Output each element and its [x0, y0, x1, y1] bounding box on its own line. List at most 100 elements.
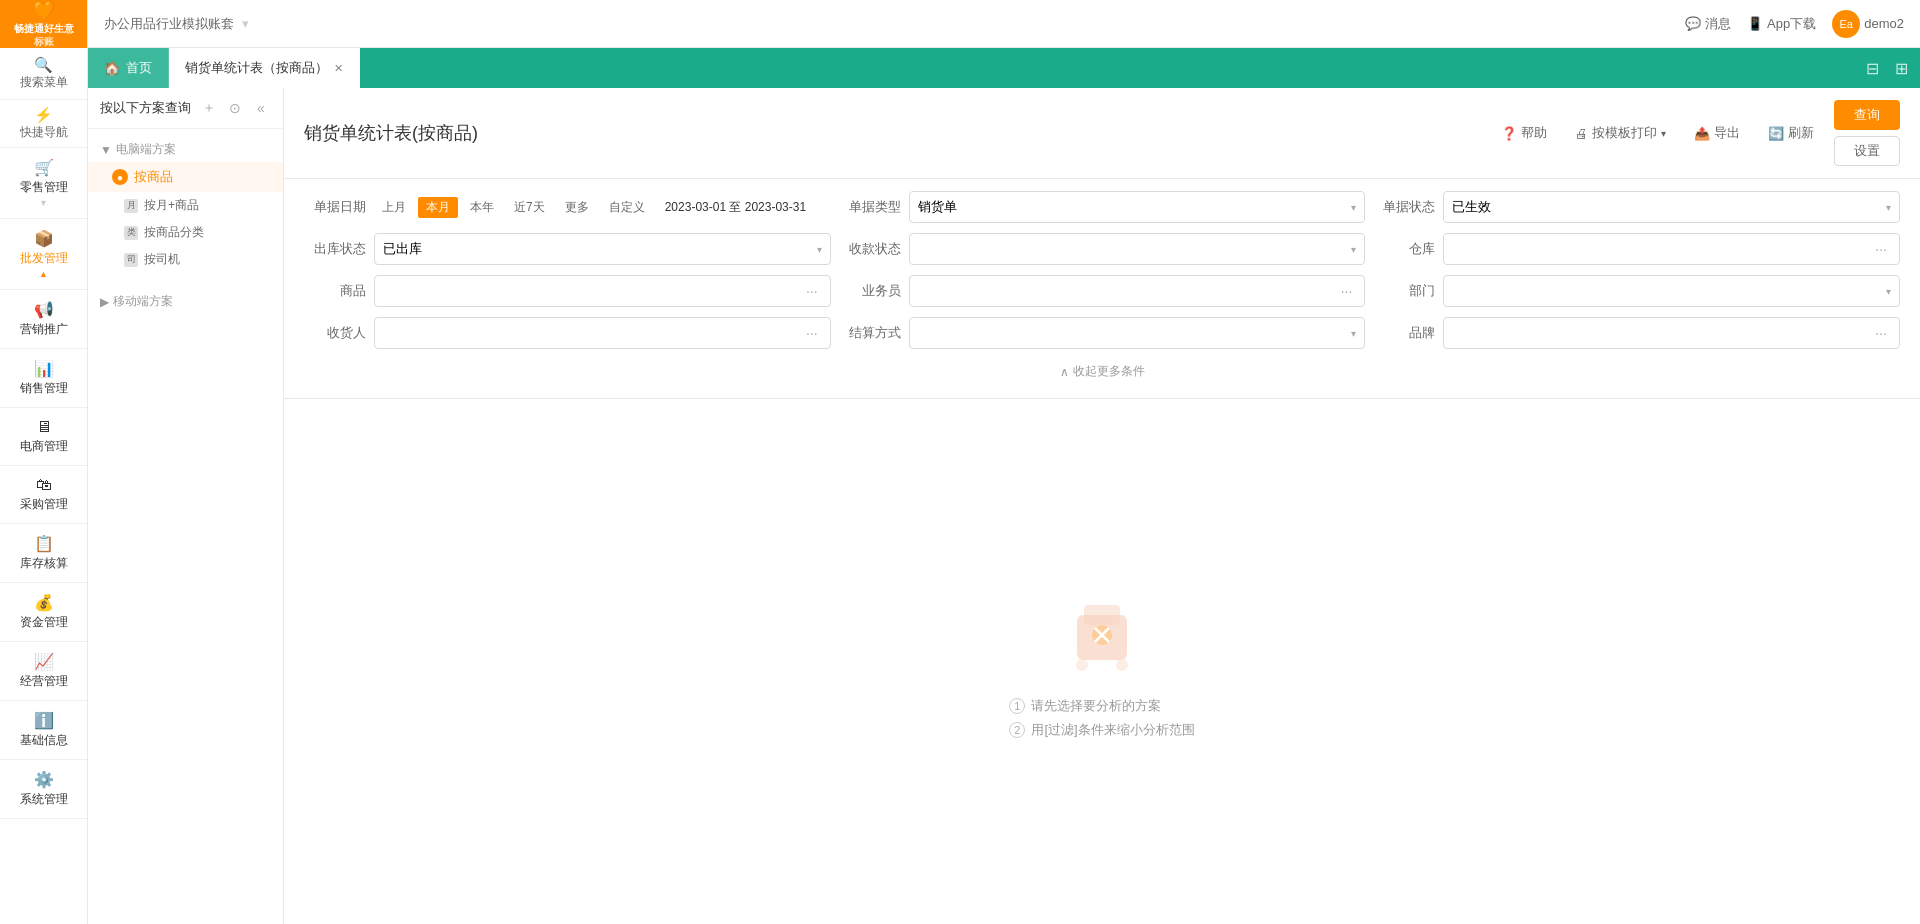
sidebar-item-operations[interactable]: 📈 经营管理: [0, 642, 87, 701]
department-select[interactable]: ▾: [1443, 275, 1900, 307]
tree-mobile-title[interactable]: ▶ 移动端方案: [88, 289, 283, 314]
product-select[interactable]: ···: [374, 275, 831, 307]
print-button[interactable]: 🖨 按模板打印 ▾: [1567, 120, 1674, 146]
tree-sub-item-driver[interactable]: 司 按司机: [88, 246, 283, 273]
sidebar-purchase-label: 采购管理: [20, 496, 68, 513]
sales-icon: 📊: [34, 359, 54, 378]
edit-scheme-button[interactable]: ⊙: [225, 98, 245, 118]
filter-row-1: 单据日期 上月 本月 本年 近7天 更多 自定义 2023-03-01 至 20…: [304, 191, 1900, 223]
recipient-select[interactable]: ···: [374, 317, 831, 349]
tree-mobile-expand-icon: ▶: [100, 295, 109, 309]
svg-point-5: [1076, 659, 1088, 671]
sidebar-item-retail[interactable]: 🛒 零售管理 ▼: [0, 148, 87, 219]
recipient-dots-icon[interactable]: ···: [802, 325, 822, 341]
tree-sub-item-month-product[interactable]: 月 按月+商品: [88, 192, 283, 219]
date-field: 上月 本月 本年 近7天 更多 自定义 2023-03-01 至 2023-03…: [374, 197, 831, 218]
tree-sub-item-category[interactable]: 类 按商品分类: [88, 219, 283, 246]
by-product-icon: ●: [112, 169, 128, 185]
empty-tip-2: 2 用[过滤]条件来缩小分析范围: [1009, 721, 1194, 739]
warehouse-dots-icon[interactable]: ···: [1871, 241, 1891, 257]
filter-cell-department: 部门 ▾: [1373, 275, 1900, 307]
tree-section-desktop: ▼ 电脑端方案 ● 按商品 月 按月+商品 类 按商品分类 司 按司机: [88, 129, 283, 281]
tree-desktop-title[interactable]: ▼ 电脑端方案: [88, 137, 283, 162]
inventory-icon: 📋: [34, 534, 54, 553]
warehouse-status-select[interactable]: 已出库 ▾: [374, 233, 831, 265]
message-icon: 💬: [1685, 16, 1701, 31]
payment-method-select[interactable]: ▾: [909, 317, 1366, 349]
tip-1-text: 请先选择要分析的方案: [1031, 697, 1161, 715]
date-tab-this-year[interactable]: 本年: [462, 197, 502, 218]
date-tab-custom[interactable]: 自定义: [601, 197, 653, 218]
tree-item-by-product[interactable]: ● 按商品: [88, 162, 283, 192]
filter-row-2: 出库状态 已出库 ▾ 收款状态 ▾ 仓库: [304, 233, 1900, 265]
doc-type-label: 单据类型: [839, 198, 909, 216]
sidebar-item-purchase[interactable]: 🛍 采购管理: [0, 466, 87, 524]
sidebar-item-wholesale[interactable]: 📦 批发管理 ▲: [0, 219, 87, 290]
sidebar-item-quicknav[interactable]: ⚡ 快捷导航: [0, 100, 87, 148]
collapse-panel-button[interactable]: «: [251, 98, 271, 118]
warehouse-status-label: 出库状态: [304, 240, 374, 258]
date-tab-7days[interactable]: 近7天: [506, 197, 553, 218]
sidebar-item-basic-info[interactable]: ℹ️ 基础信息: [0, 701, 87, 760]
doc-status-select[interactable]: 已生效 ▾: [1443, 191, 1900, 223]
filter-cell-product: 商品 ···: [304, 275, 831, 307]
user-profile-action[interactable]: Ea demo2: [1832, 10, 1904, 38]
app-download-action[interactable]: 📱 App下载: [1747, 15, 1816, 33]
sidebar-ecommerce-label: 电商管理: [20, 438, 68, 455]
department-label: 部门: [1373, 282, 1443, 300]
receipt-status-select[interactable]: ▾: [909, 233, 1366, 265]
avatar: Ea: [1832, 10, 1860, 38]
date-tab-last-month[interactable]: 上月: [374, 197, 414, 218]
tab-minimize-button[interactable]: ⊟: [1862, 57, 1883, 80]
primary-action-buttons: 查询 设置: [1834, 100, 1900, 166]
doc-type-select[interactable]: 销货单 ▾: [909, 191, 1366, 223]
salesperson-select[interactable]: ···: [909, 275, 1366, 307]
brand-dots-icon[interactable]: ···: [1871, 325, 1891, 341]
sidebar-item-inventory[interactable]: 📋 库存核算: [0, 524, 87, 583]
content-area: 按以下方案查询 ＋ ⊙ « ▼ 电脑端方案 ● 按商品 月 按月+: [88, 88, 1920, 924]
product-dots-icon[interactable]: ···: [802, 283, 822, 299]
recipient-label: 收货人: [304, 324, 374, 342]
payment-method-dropdown-icon: ▾: [1351, 328, 1356, 339]
warehouse-label: 仓库: [1373, 240, 1443, 258]
brand-label: 品牌: [1373, 324, 1443, 342]
filter-cell-doc-status: 单据状态 已生效 ▾: [1373, 191, 1900, 223]
tab-sales-stat[interactable]: 销货单统计表（按商品） ✕: [169, 48, 360, 88]
sidebar-item-search[interactable]: 🔍 搜索菜单: [0, 48, 87, 100]
driver-icon: 司: [124, 253, 138, 267]
sidebar-item-finance[interactable]: 💰 资金管理: [0, 583, 87, 642]
sidebar-item-ecommerce[interactable]: 🖥 电商管理: [0, 408, 87, 466]
settings-button[interactable]: 设置: [1834, 136, 1900, 166]
wholesale-icon: 📦: [34, 229, 54, 248]
sidebar-item-marketing[interactable]: 📢 营销推广: [0, 290, 87, 349]
export-button[interactable]: 📤 导出: [1686, 120, 1748, 146]
left-panel-title: 按以下方案查询: [100, 99, 191, 117]
refresh-button[interactable]: 🔄 刷新: [1760, 120, 1822, 146]
sidebar-item-sales[interactable]: 📊 销售管理: [0, 349, 87, 408]
warehouse-select[interactable]: ···: [1443, 233, 1900, 265]
brand-select[interactable]: ···: [1443, 317, 1900, 349]
finance-icon: 💰: [34, 593, 54, 612]
wholesale-arrow-icon: ▲: [39, 269, 48, 279]
tab-maximize-button[interactable]: ⊞: [1891, 57, 1912, 80]
date-tab-this-month[interactable]: 本月: [418, 197, 458, 218]
driver-label: 按司机: [144, 251, 180, 268]
empty-illustration: [1052, 585, 1152, 685]
page-title-row: 销货单统计表(按商品) ❓ 帮助 🖨 按模板打印 ▾ 📤: [304, 100, 1900, 166]
salesperson-dots-icon[interactable]: ···: [1337, 283, 1357, 299]
app-download-label: App下载: [1767, 15, 1816, 33]
sidebar-item-system[interactable]: ⚙️ 系统管理: [0, 760, 87, 819]
receipt-status-label: 收款状态: [839, 240, 909, 258]
message-action[interactable]: 💬 消息: [1685, 15, 1731, 33]
left-panel: 按以下方案查询 ＋ ⊙ « ▼ 电脑端方案 ● 按商品 月 按月+: [88, 88, 284, 924]
query-button[interactable]: 查询: [1834, 100, 1900, 130]
tab-home[interactable]: 🏠 首页: [88, 48, 169, 88]
sidebar-system-label: 系统管理: [20, 791, 68, 808]
collapse-more-button[interactable]: ∧ 收起更多条件: [304, 357, 1900, 386]
help-button[interactable]: ❓ 帮助: [1493, 120, 1555, 146]
breadcrumb: 办公用品行业模拟账套: [104, 15, 234, 33]
tab-close-button[interactable]: ✕: [334, 62, 343, 75]
add-scheme-button[interactable]: ＋: [199, 98, 219, 118]
collapse-up-icon: ∧: [1060, 365, 1069, 379]
date-tab-more[interactable]: 更多: [557, 197, 597, 218]
